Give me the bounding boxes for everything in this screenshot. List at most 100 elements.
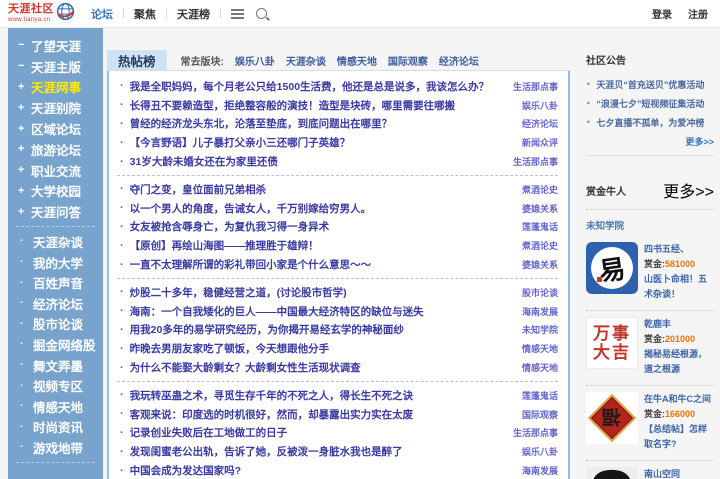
post-row: 中国会成为发达国家吗? 海南发展 [117,461,558,479]
sidebar-item-zhiye-jiaoliu[interactable]: +职业交流 [8,160,103,181]
sidebar-item-juejin-wangluogu[interactable]: 掘金网络股 [8,334,103,355]
post-board-link[interactable]: 娱乐八卦 [522,99,558,112]
post-board-link[interactable]: 情感天地 [522,342,558,355]
post-board-link[interactable]: 生活那点事 [513,80,558,93]
post-board-link[interactable]: 经济论坛 [522,117,558,130]
sidebar-item-tianya-bieyuan[interactable]: +天涯别院 [8,97,103,118]
post-title-link[interactable]: 【今言野语】儿子暴打父亲小三还哪门子英雄？ [130,135,514,150]
post-title-link[interactable]: 记录创业失败后在工地做工的日子 [130,425,505,440]
bounty-post-link[interactable]: 揭秘易经根源，道之根源 [644,347,714,377]
announcement-link[interactable]: “浪漫七夕”短视频征集活动 [596,97,704,110]
post-row: 夺门之变，皇位面前兄弟相杀煮酒论史 [117,180,558,199]
post-title-link[interactable]: 女友被抢含辱身亡，为复仇我习得一身异术 [130,219,514,234]
sidebar-item-liaowang-tianya[interactable]: −了望天涯 [8,35,103,56]
announcement-link[interactable]: 天涯贝“首充送贝”优惠活动 [596,78,704,91]
post-title-link[interactable]: 曾经的经济龙头东北，沦落至垫底，到底问题出在哪里？ [130,116,514,131]
sidebar-item-gushi-luntan[interactable]: 股市论谈 [8,314,103,335]
post-title-link[interactable]: 我是全职妈妈，每个月老公只给1500生活费，他还是总是说多，我该怎么办？ [130,79,505,94]
quick-link-guoji-guancha[interactable]: 国际观察 [388,53,428,68]
sidebar-item-jingji-luntan[interactable]: 经济论坛 [8,293,103,314]
yijing-seal-avatar[interactable] [586,242,638,294]
announcements-more-link[interactable]: 更多>> [685,137,714,147]
bounty-section-link[interactable]: 未知学院 [586,218,624,232]
post-row: 发现闺蜜老公出轨，告诉了她，反被泼一身脏水我也是醉了娱乐八卦 [117,442,558,461]
sidebar-item-tianya-wangshi[interactable]: +天涯网事 [8,77,103,98]
sidebar-item-lvyou-luntan[interactable]: +旅游论坛 [8,139,103,160]
bounty-user-link[interactable]: 南山空同 [644,467,714,479]
nav-forum[interactable]: 论坛 [91,6,113,22]
wanshidaji-calligraphy-avatar[interactable]: 万事大吉 [586,317,638,369]
post-board-link[interactable]: 煮酒论史 [522,239,558,252]
post-board-link[interactable]: 未知学院 [522,323,558,336]
hamburger-menu-icon[interactable] [231,7,244,21]
bounty-more-link[interactable]: 更多>> [663,178,714,202]
bounty-user-link[interactable]: 在牛A和牛C之间 [644,392,714,407]
nav-tianya-rank[interactable]: 天涯榜 [177,6,210,22]
bounty-post-link[interactable]: 【总结帖】怎样取名字? [644,422,714,452]
post-title-link[interactable]: 用我20多年的易学研究经历，为你揭开易经玄学的神秘面纱 [130,322,514,337]
post-title-link[interactable]: 【原创】再绘山海图——推理胜于雄辩！ [130,238,514,253]
tab-hot-posts[interactable]: 热帖榜 [107,50,167,70]
post-title-link[interactable]: 昨晚去男朋友家吃了顿饭，今天想跟他分手 [130,341,514,356]
site-logo[interactable]: 天涯社区 www.tianya.cn [8,4,75,23]
quick-link-qinggan-tiandi[interactable]: 情感天地 [337,53,377,68]
auth-links: 登录 注册 [652,6,708,21]
bounty-user-link[interactable]: 四书五经、 [644,242,714,257]
sidebar-item-qinggan-tiandi[interactable]: 情感天地 [8,396,103,417]
post-title-link[interactable]: 为什么不能娶大龄剩女？大龄剩女性生活现状调查 [130,360,514,375]
quick-link-tianya-zatan[interactable]: 天涯杂谈 [286,53,326,68]
post-board-link[interactable]: 海南发展 [522,305,558,318]
inverted-fu-diamond-avatar[interactable] [586,392,638,444]
quick-link-yule-bagua[interactable]: 娱乐八卦 [235,53,275,68]
post-title-link[interactable]: 夺门之变，皇位面前兄弟相杀 [130,182,514,197]
post-board-link[interactable]: 莲蓬鬼话 [522,220,558,233]
collapse-icon: − [18,60,31,72]
post-title-link[interactable]: 长得丑不要赖造型，拒绝整容般的演技！造型是块砖，哪里需要往哪搬 [130,98,514,113]
post-board-link[interactable]: 煮酒论史 [522,183,558,196]
post-board-link[interactable]: 海南发展 [522,464,558,477]
sidebar-item-tianya-wenda[interactable]: +天涯问答 [8,201,103,222]
post-board-link[interactable]: 股市论谈 [522,286,558,299]
post-title-link[interactable]: 31岁大龄未婚女还在为家里还债 [130,154,505,169]
bounty-user-link[interactable]: 乾鹿丰 [644,317,714,332]
post-board-link[interactable]: 生活那点事 [513,155,558,168]
logo-globe-icon [56,2,75,21]
panel-divider [586,155,714,156]
sidebar-item-quyu-luntan[interactable]: +区域论坛 [8,118,103,139]
sidebar-item-tianya-zhuban[interactable]: −天涯主版 [8,56,103,77]
expand-icon: + [18,123,31,135]
post-title-link[interactable]: 发现闺蜜老公出轨，告诉了她，反被泼一身脏水我也是醉了 [130,444,514,459]
sidebar-item-wode-daxue[interactable]: 我的大学 [8,252,103,273]
sidebar-item-tianya-zatan[interactable]: 天涯杂谈 [8,231,103,252]
post-board-link[interactable]: 生活那点事 [513,426,558,439]
bounty-post-link[interactable]: 山医卜命相！五术杂谈！ [644,272,714,302]
post-title-link[interactable]: 以一个男人的角度，告诫女人，千万别嫁给穷男人。 [130,201,514,216]
bw-portrait-avatar[interactable] [586,467,638,479]
sidebar-item-shishang-zixun[interactable]: 时尚资讯 [8,417,103,438]
search-icon[interactable] [256,8,267,19]
post-board-link[interactable]: 莲蓬鬼话 [522,389,558,402]
post-row: 海南：一个自我矮化的巨人——中国最大经济特区的缺位与迷失海南发展 [117,302,558,321]
post-title-link[interactable]: 我玩转巫蛊之术，寻觅生存千年的不死之人，得长生不死之诀 [130,388,514,403]
post-title-link[interactable]: 海南：一个自我矮化的巨人——中国最大经济特区的缺位与迷失 [130,304,514,319]
post-title-link[interactable]: 一直不太理解所谓的彩礼带回小家是个什么意思～～ [130,257,514,272]
sidebar-item-wuwen-nongmo[interactable]: 舞文弄墨 [8,355,103,376]
sidebar-item-youxi-didai[interactable]: 游戏地带 [8,437,103,458]
login-link[interactable]: 登录 [652,6,672,21]
register-link[interactable]: 注册 [688,6,708,21]
sidebar-item-daxue-xiaoyuan[interactable]: +大学校园 [8,181,103,202]
post-title-link[interactable]: 中国会成为发达国家吗? [130,463,514,478]
post-title-link[interactable]: 客观来说：印度选的时机很好，然而，却暴露出实力实在太废 [130,407,514,422]
nav-focus[interactable]: 聚焦 [134,6,156,22]
post-board-link[interactable]: 婆媳关系 [522,258,558,271]
post-board-link[interactable]: 娱乐八卦 [522,445,558,458]
announcement-link[interactable]: 七夕直播不孤单，为爱冲榜 [596,116,704,129]
post-board-link[interactable]: 情感天地 [522,361,558,374]
post-board-link[interactable]: 新闻众评 [522,136,558,149]
quick-link-jingji-luntan[interactable]: 经济论坛 [439,53,479,68]
post-board-link[interactable]: 婆媳关系 [522,202,558,215]
post-board-link[interactable]: 国际观察 [522,408,558,421]
sidebar-item-baixing-shengyin[interactable]: 百姓声音 [8,272,103,293]
post-title-link[interactable]: 炒股二十多年，稳健经营之道，(讨论股市哲学) [130,285,514,300]
sidebar-item-shipin-zhuanqu[interactable]: 视频专区 [8,375,103,396]
